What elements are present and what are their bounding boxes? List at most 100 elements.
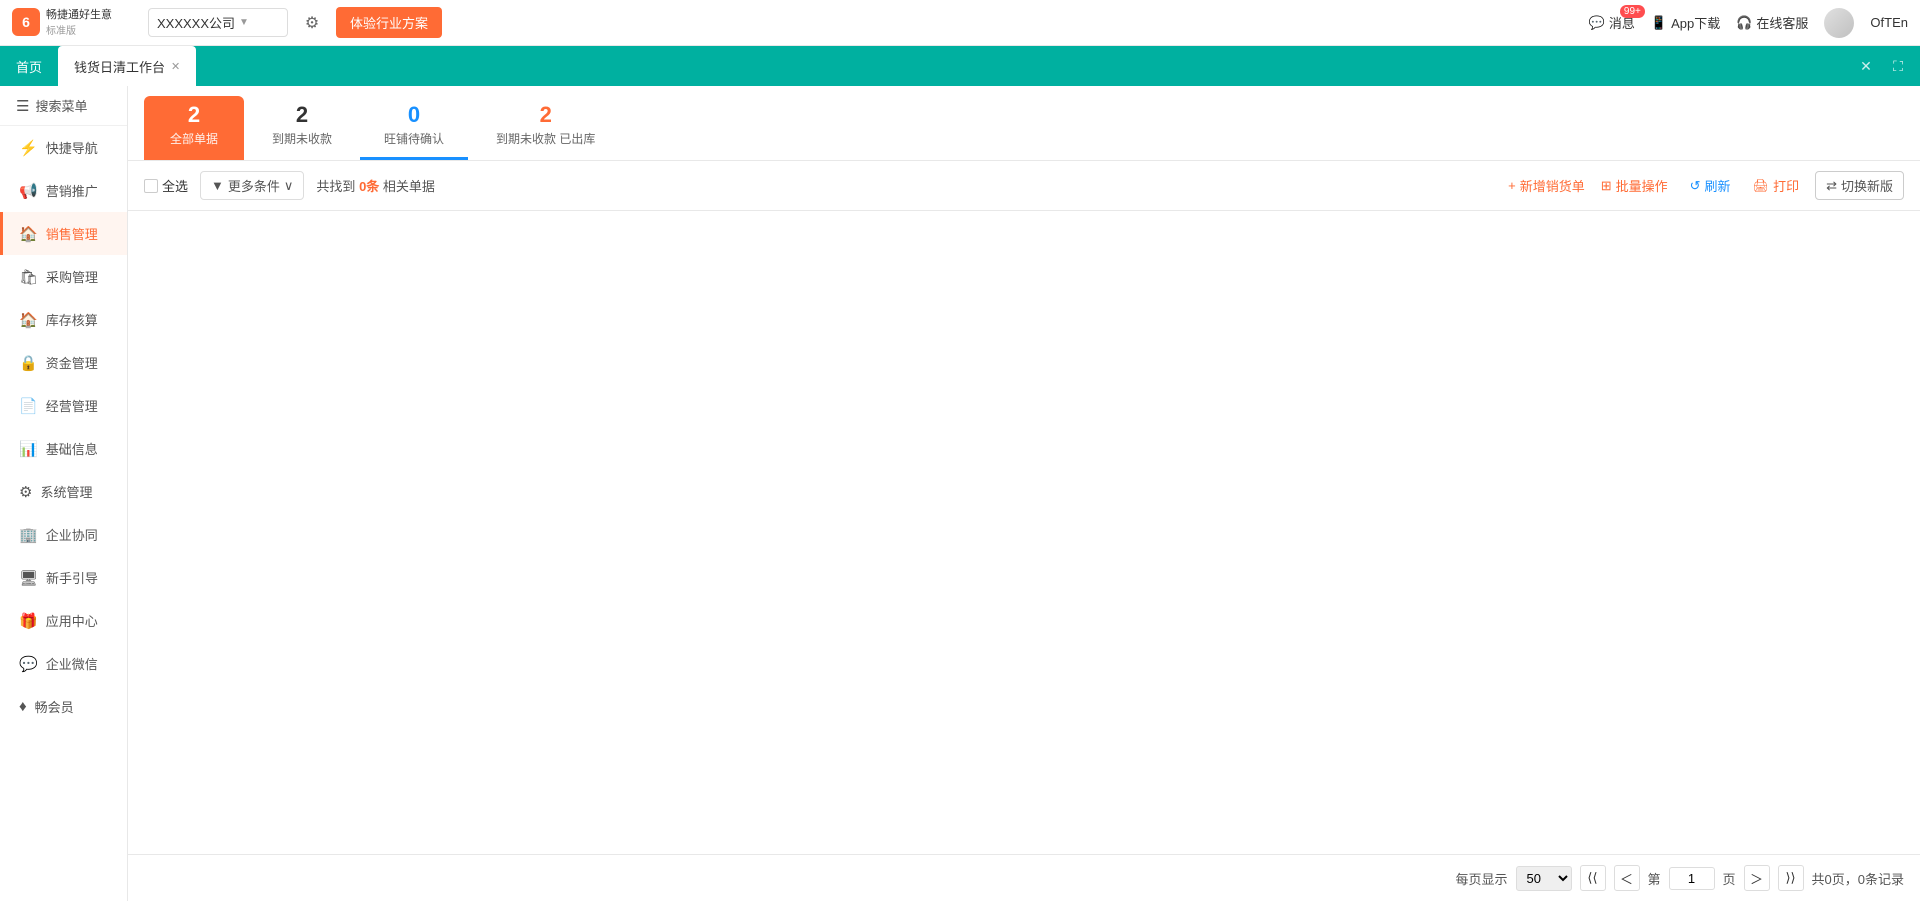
company-selector[interactable]: XXXXXX公司 ▼ <box>148 8 288 37</box>
found-text: 共找到 0条 相关单据 <box>316 176 435 195</box>
stat-tab-overdue[interactable]: 2 到期未收款 <box>248 96 356 160</box>
sidebar-collab-label: 企业协同 <box>46 525 98 544</box>
sales-icon: 🏠 <box>19 225 38 243</box>
toolbar-right: + 新增销货单 ⊞ 批量操作 ↺ 刷新 🖨 打印 ⇄ 切换新版 <box>1508 171 1904 200</box>
purchase-icon: 🛍 <box>19 268 38 286</box>
page-label: 第 <box>1648 869 1661 888</box>
batch-label: 批量操作 <box>1616 176 1668 195</box>
sidebar-item-beginner-guide[interactable]: 🖥 新手引导 <box>0 556 127 599</box>
search-menu-icon: ☰ <box>16 97 29 115</box>
sidebar-inventory-label: 库存核算 <box>46 310 98 329</box>
tab-bar-actions: ✕ ⛶ <box>1852 52 1920 80</box>
page-suffix: 页 <box>1723 869 1736 888</box>
stat-overdue-label: 到期未收款 <box>272 130 332 147</box>
per-page-select[interactable]: 50 10 20 100 <box>1516 866 1572 891</box>
sidebar-search-label: 搜索菜单 <box>35 96 87 115</box>
refresh-button[interactable]: ↺ 刷新 <box>1684 172 1737 199</box>
print-label: 打印 <box>1773 176 1799 195</box>
messages-button[interactable]: 💬 消息 99+ <box>1589 13 1635 32</box>
sidebar-item-member[interactable]: ♦ 畅会员 <box>0 685 127 728</box>
select-all-label: 全选 <box>162 176 188 195</box>
tab-work-station[interactable]: 钱货日清工作台 ✕ <box>58 46 196 86</box>
plus-icon: + <box>1508 178 1516 193</box>
sidebar-finance-label: 资金管理 <box>46 353 98 372</box>
sidebar-item-inventory[interactable]: 🏠 库存核算 <box>0 298 127 341</box>
toolbar: 全选 ▼ 更多条件 ∨ 共找到 0条 相关单据 + 新增销货单 ⊞ 批量操作 ↺… <box>128 161 1920 211</box>
avatar[interactable] <box>1824 8 1854 38</box>
stat-tab-pending[interactable]: 0 旺铺待确认 <box>360 96 468 160</box>
switch-version-button[interactable]: ⇄ 切换新版 <box>1815 171 1904 200</box>
sidebar-item-marketing[interactable]: 📢 营销推广 <box>0 169 127 212</box>
sidebar-item-finance[interactable]: 🔒 资金管理 <box>0 341 127 384</box>
tab-close-window-icon[interactable]: ✕ <box>1852 52 1880 80</box>
user-name[interactable]: OfTEn <box>1870 15 1908 30</box>
chevron-down-icon: ▼ <box>239 17 249 28</box>
stat-all-label: 全部单据 <box>170 130 218 147</box>
table-area <box>128 211 1920 854</box>
stat-overdue-num: 2 <box>296 104 308 126</box>
logo-icon: 6 <box>12 8 40 36</box>
print-button[interactable]: 🖨 打印 <box>1747 172 1806 199</box>
switch-icon: ⇄ <box>1826 178 1837 194</box>
sidebar-basic-info-label: 基础信息 <box>46 439 98 458</box>
prev-page-button[interactable]: ＜ <box>1614 865 1640 891</box>
tab-close-icon[interactable]: ✕ <box>171 60 180 73</box>
quick-nav-icon: ⚡ <box>19 139 38 157</box>
sidebar-item-quick-nav[interactable]: ⚡ 快捷导航 <box>0 126 127 169</box>
logo-area: 6 畅捷通好生意 标准版 <box>12 8 140 37</box>
sidebar-marketing-label: 营销推广 <box>46 181 98 200</box>
phone-icon: 📱 <box>1651 15 1667 31</box>
sidebar-purchase-label: 采购管理 <box>46 267 98 286</box>
stat-pending-num: 0 <box>408 104 420 126</box>
refresh-label: 刷新 <box>1705 176 1731 195</box>
more-filter-button[interactable]: ▼ 更多条件 ∨ <box>200 171 304 200</box>
sidebar: ☰ 搜索菜单 ⚡ 快捷导航 📢 营销推广 🏠 销售管理 🛍 采购管理 🏠 库存核… <box>0 86 128 901</box>
last-page-button[interactable]: ⟩⟩ <box>1778 865 1804 891</box>
wechat-icon: 💬 <box>19 655 38 673</box>
service-icon: 🎧 <box>1736 15 1752 31</box>
sidebar-item-app-center[interactable]: 🎁 应用中心 <box>0 599 127 642</box>
sidebar-item-search[interactable]: ☰ 搜索菜单 <box>0 86 127 126</box>
sidebar-item-basic-info[interactable]: 📊 基础信息 <box>0 427 127 470</box>
select-all-checkbox[interactable]: 全选 <box>144 176 188 195</box>
add-order-button[interactable]: + 新增销货单 <box>1508 176 1585 195</box>
settings-icon[interactable]: ⚙ <box>296 7 328 39</box>
sidebar-item-operations[interactable]: 📄 经营管理 <box>0 384 127 427</box>
basic-info-icon: 📊 <box>19 440 38 458</box>
main-content: 2 全部单据 2 到期未收款 0 旺铺待确认 2 到期未收款 已出库 全选 ▼ … <box>128 86 1920 901</box>
guide-icon: 🖥 <box>19 569 38 587</box>
logo-name: 畅捷通好生意 <box>46 8 112 22</box>
tab-home-label: 首页 <box>16 57 42 76</box>
next-page-button[interactable]: ＞ <box>1744 865 1770 891</box>
sidebar-item-system[interactable]: ⚙ 系统管理 <box>0 470 127 513</box>
stat-tab-all[interactable]: 2 全部单据 <box>144 96 244 160</box>
sidebar-item-purchase[interactable]: 🛍 采购管理 <box>0 255 127 298</box>
refresh-icon: ↺ <box>1690 178 1701 194</box>
sidebar-item-enterprise-wechat[interactable]: 💬 企业微信 <box>0 642 127 685</box>
switch-label: 切换新版 <box>1841 176 1893 195</box>
header-right: 💬 消息 99+ 📱 App下载 🎧 在线客服 OfTEn <box>1589 8 1908 38</box>
page-input[interactable] <box>1669 867 1715 890</box>
sidebar-quick-nav-label: 快捷导航 <box>46 138 98 157</box>
app-download-label: App下载 <box>1671 13 1720 32</box>
stats-tabs: 2 全部单据 2 到期未收款 0 旺铺待确认 2 到期未收款 已出库 <box>128 86 1920 161</box>
system-icon: ⚙ <box>19 483 32 501</box>
stat-all-num: 2 <box>188 104 200 126</box>
top-header: 6 畅捷通好生意 标准版 XXXXXX公司 ▼ ⚙ 体验行业方案 💬 消息 99… <box>0 0 1920 46</box>
tab-bar: 首页 钱货日清工作台 ✕ ✕ ⛶ <box>0 46 1920 86</box>
app-download-button[interactable]: 📱 App下载 <box>1651 13 1720 32</box>
sidebar-sales-label: 销售管理 <box>46 224 98 243</box>
online-service-button[interactable]: 🎧 在线客服 <box>1736 13 1808 32</box>
sidebar-item-enterprise-collab[interactable]: 🏢 企业协同 <box>0 513 127 556</box>
experience-button[interactable]: 体验行业方案 <box>336 7 442 38</box>
tab-maximize-icon[interactable]: ⛶ <box>1884 52 1912 80</box>
finance-icon: 🔒 <box>19 354 38 372</box>
sidebar-guide-label: 新手引导 <box>46 568 98 587</box>
operations-icon: 📄 <box>19 397 38 415</box>
batch-operation-button[interactable]: ⊞ 批量操作 <box>1595 172 1674 199</box>
logo-sub: 标准版 <box>46 22 112 37</box>
first-page-button[interactable]: ⟨⟨ <box>1580 865 1606 891</box>
stat-tab-shipped[interactable]: 2 到期未收款 已出库 <box>472 96 619 160</box>
sidebar-item-sales[interactable]: 🏠 销售管理 <box>0 212 127 255</box>
tab-home[interactable]: 首页 <box>0 46 58 86</box>
